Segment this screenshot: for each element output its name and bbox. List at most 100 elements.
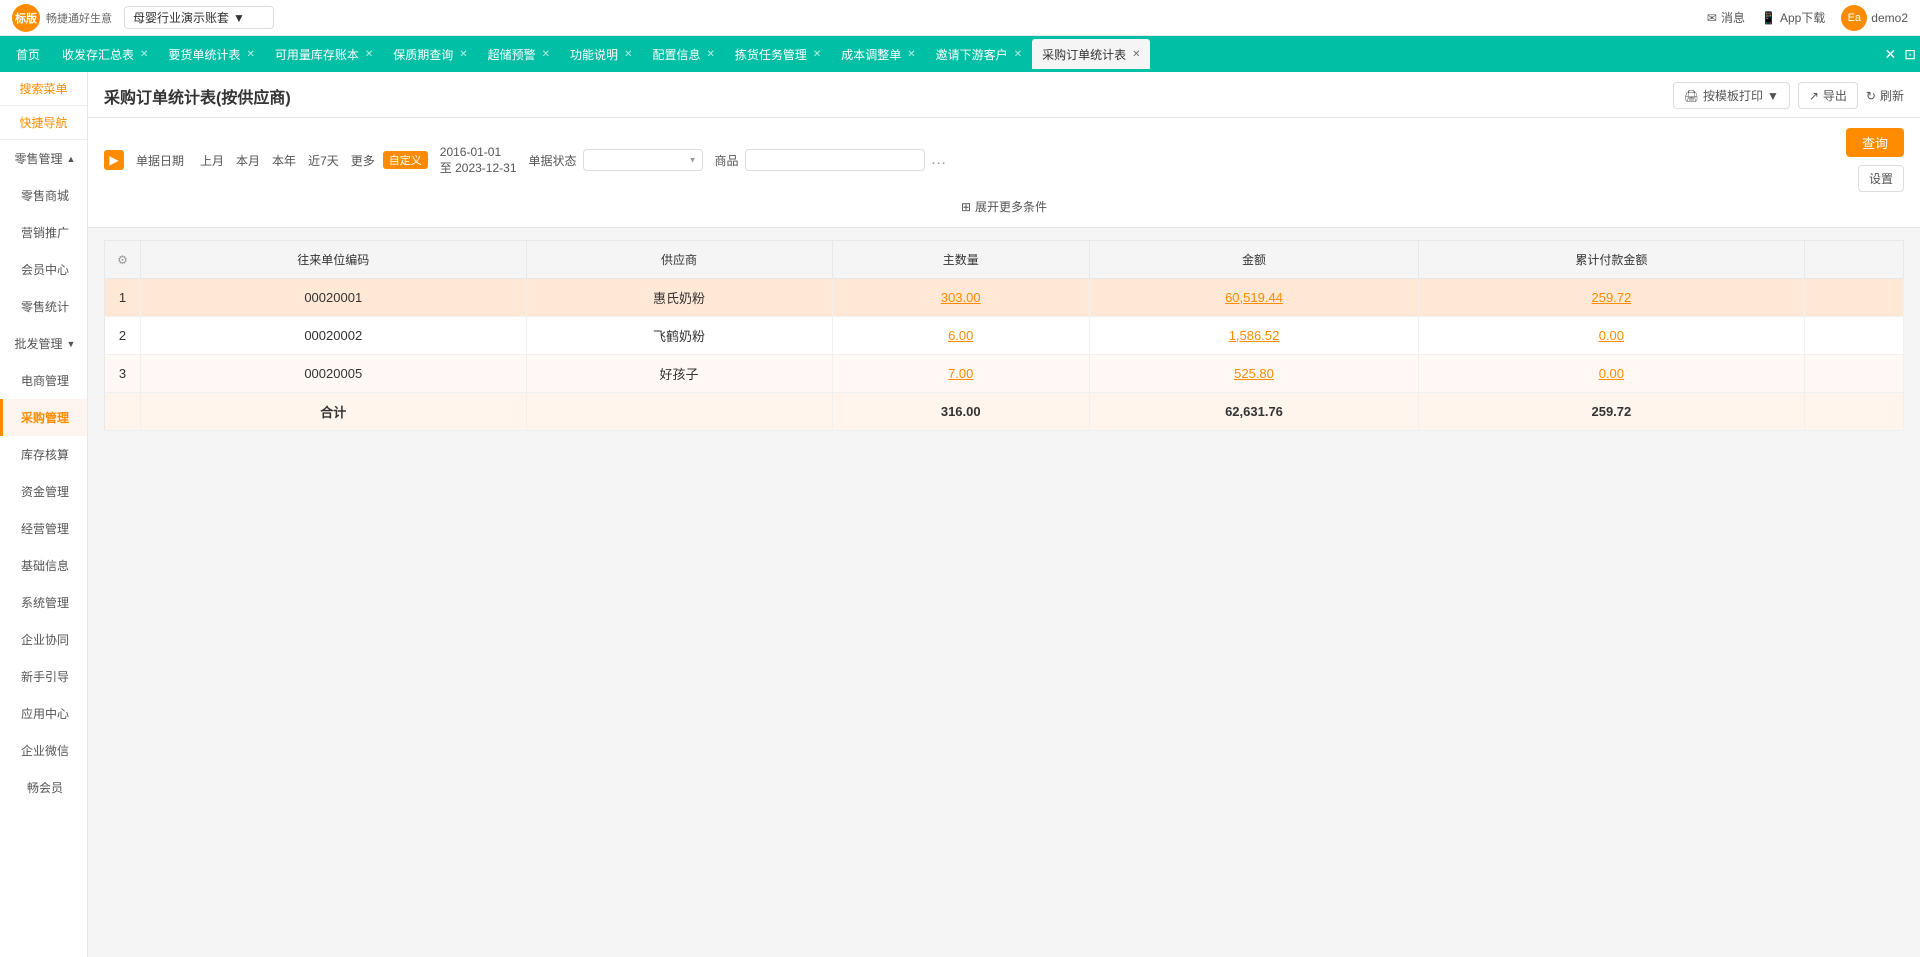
sidebar-item-guide[interactable]: 新手引导	[0, 658, 87, 695]
custom-date-tag[interactable]: 自定义	[383, 151, 428, 169]
date-shortcuts: 上月 本月 本年 近7天 更多 自定义	[196, 150, 428, 171]
settings-button[interactable]: 设置	[1858, 165, 1904, 192]
tab-close-yaoqing[interactable]: ✕	[1014, 49, 1022, 60]
tab-yaoqing[interactable]: 邀请下游客户 ✕	[926, 39, 1032, 69]
page-header-actions: 🖨 按模板打印 ▼ ↗ 导出 ↻ 刷新	[1673, 82, 1904, 109]
user-menu[interactable]: Ea demo2	[1841, 5, 1908, 31]
col-header-supplier: 供应商	[526, 241, 832, 279]
sidebar-item-system[interactable]: 系统管理	[0, 584, 87, 621]
sidebar-item-marketing[interactable]: 营销推广	[0, 214, 87, 251]
tab-chaochu[interactable]: 超储预警 ✕	[478, 39, 560, 69]
sidebar-item-retail-mall[interactable]: 零售商城	[0, 177, 87, 214]
shortcut-this-month[interactable]: 本月	[232, 150, 264, 171]
tab-close-jianhuo[interactable]: ✕	[813, 49, 821, 60]
export-button[interactable]: ↗ 导出	[1798, 82, 1858, 109]
sidebar-item-wholesale[interactable]: 批发管理 ▼	[0, 325, 87, 362]
message-icon: ✉	[1707, 11, 1717, 25]
message-button[interactable]: ✉ 消息	[1707, 9, 1745, 26]
print-label: 按模板打印	[1703, 87, 1763, 104]
print-button[interactable]: 🖨 按模板打印 ▼	[1673, 82, 1790, 109]
tab-close-baozhi[interactable]: ✕	[459, 49, 467, 60]
tab-close-yaohuo[interactable]: ✕	[246, 49, 254, 60]
home-label: 首页	[16, 46, 40, 63]
sidebar-item-enterprise[interactable]: 企业协同	[0, 621, 87, 658]
nav-close-icon[interactable]: ✕	[1885, 46, 1897, 63]
goods-more-icon[interactable]: …	[931, 151, 947, 169]
sidebar-item-app-center[interactable]: 应用中心	[0, 695, 87, 732]
tab-caigou-label: 采购订单统计表	[1042, 46, 1126, 63]
tab-close-peizhi[interactable]: ✕	[706, 49, 714, 60]
row-index: 1	[105, 279, 141, 317]
quick-nav-label: 快捷导航	[6, 114, 81, 131]
tab-close-gongneng[interactable]: ✕	[624, 49, 632, 60]
sidebar-item-operations[interactable]: 经营管理	[0, 510, 87, 547]
logo-icon: 标版	[12, 4, 40, 32]
footer-label: 合计	[141, 393, 527, 431]
tab-close-keyongliang[interactable]: ✕	[365, 49, 373, 60]
table-row[interactable]: 2 00020002 飞鹤奶粉 6.00 1,586.52 0.00	[105, 317, 1904, 355]
tab-close-caigou[interactable]: ✕	[1132, 49, 1140, 60]
query-button[interactable]: 查询	[1846, 128, 1904, 157]
status-select[interactable]	[583, 149, 703, 171]
table-row[interactable]: 1 00020001 惠氏奶粉 303.00 60,519.44 259.72	[105, 279, 1904, 317]
sidebar-item-member[interactable]: 会员中心	[0, 251, 87, 288]
tab-yaohuo[interactable]: 要货单统计表 ✕	[158, 39, 264, 69]
sidebar-item-inventory[interactable]: 库存核算	[0, 436, 87, 473]
user-name: demo2	[1871, 11, 1908, 25]
tab-close-shoufacun[interactable]: ✕	[140, 49, 148, 60]
goods-label: 商品	[715, 152, 739, 169]
sidebar-item-retail-mgmt[interactable]: 零售管理 ▲	[0, 140, 87, 177]
footer-supplier-empty	[526, 393, 832, 431]
sidebar-item-ecommerce[interactable]: 电商管理	[0, 362, 87, 399]
expand-more-button[interactable]: ⊞ 展开更多条件	[104, 192, 1904, 217]
search-label: 搜索菜单	[6, 80, 81, 97]
goods-input[interactable]	[745, 149, 925, 171]
tab-peizhi[interactable]: 配置信息 ✕	[642, 39, 724, 69]
tab-gongneng[interactable]: 功能说明 ✕	[560, 39, 642, 69]
gear-icon[interactable]: ⚙	[117, 253, 128, 267]
footer-amount: 62,631.76	[1089, 393, 1418, 431]
app-download-button[interactable]: 📱 App下载	[1761, 9, 1825, 26]
row-code: 00020001	[141, 279, 527, 317]
shortcut-more[interactable]: 更多	[347, 150, 379, 171]
tab-home[interactable]: 首页	[4, 39, 52, 69]
col-header-settings: ⚙	[105, 241, 141, 279]
row-supplier: 飞鹤奶粉	[526, 317, 832, 355]
shortcut-this-year[interactable]: 本年	[268, 150, 300, 171]
sidebar-search[interactable]: 搜索菜单	[0, 72, 87, 106]
toggle-icon: ▶	[109, 153, 118, 167]
shortcut-last-month[interactable]: 上月	[196, 150, 228, 171]
table-row[interactable]: 3 00020005 好孩子 7.00 525.80 0.00	[105, 355, 1904, 393]
row-quantity: 7.00	[832, 355, 1089, 393]
sidebar-item-purchase[interactable]: 采购管理	[0, 399, 87, 436]
sidebar-item-basic-info[interactable]: 基础信息	[0, 547, 87, 584]
tab-keyongliang[interactable]: 可用量库存账本 ✕	[265, 39, 383, 69]
sidebar-item-member-service[interactable]: 畅会员	[0, 769, 87, 806]
tab-caigou-active[interactable]: 采购订单统计表 ✕	[1032, 39, 1150, 69]
shortcut-7days[interactable]: 近7天	[304, 150, 343, 171]
tab-chengben[interactable]: 成本调整单 ✕	[831, 39, 925, 69]
tab-baozhi[interactable]: 保质期查询 ✕	[383, 39, 477, 69]
sidebar-item-finance[interactable]: 资金管理	[0, 473, 87, 510]
goods-filter: 商品 …	[715, 149, 947, 171]
sidebar-item-retail-stats[interactable]: 零售统计	[0, 288, 87, 325]
sidebar-quick-nav[interactable]: 快捷导航	[0, 106, 87, 140]
row-quantity: 6.00	[832, 317, 1089, 355]
tab-close-chaochu[interactable]: ✕	[542, 49, 550, 60]
filter-toggle[interactable]: ▶	[104, 150, 124, 170]
row-paid: 0.00	[1419, 355, 1805, 393]
workspace-label: 母婴行业演示账套	[133, 9, 229, 26]
table-footer-row: 合计 316.00 62,631.76 259.72	[105, 393, 1904, 431]
footer-extra	[1804, 393, 1903, 431]
refresh-button[interactable]: ↻ 刷新	[1866, 87, 1904, 104]
nav-tabs: 首页 收发存汇总表 ✕ 要货单统计表 ✕ 可用量库存账本 ✕ 保质期查询 ✕ 超…	[0, 36, 1920, 72]
refresh-label: 刷新	[1880, 87, 1904, 104]
sidebar-item-enterprise-wechat[interactable]: 企业微信	[0, 732, 87, 769]
retail-arrow-icon: ▲	[67, 154, 76, 164]
tab-close-chengben[interactable]: ✕	[907, 49, 915, 60]
tab-shoufacun[interactable]: 收发存汇总表 ✕	[52, 39, 158, 69]
tab-jianhuo[interactable]: 拣货任务管理 ✕	[725, 39, 831, 69]
workspace-selector[interactable]: 母婴行业演示账套 ▼	[124, 6, 274, 29]
nav-expand-icon[interactable]: ⊡	[1904, 46, 1916, 63]
date-to: 2023-12-31	[455, 161, 516, 175]
